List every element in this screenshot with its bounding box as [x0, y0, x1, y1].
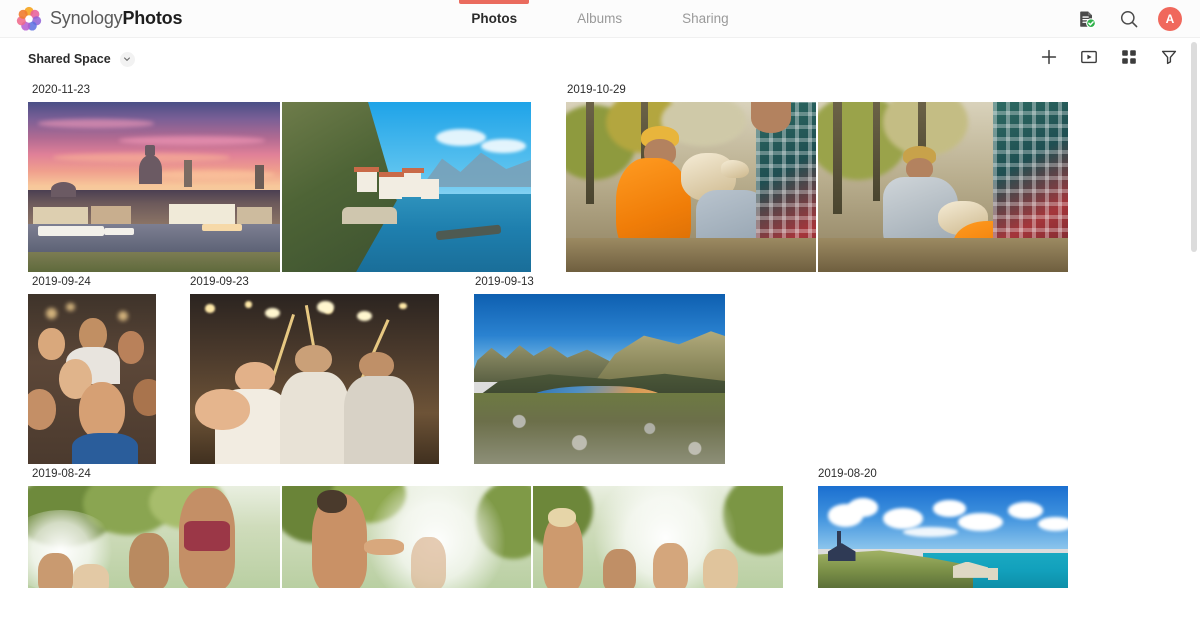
toolbar-actions	[1034, 44, 1184, 74]
photo-art-camp1	[566, 102, 816, 272]
timeline-group: 2019-09-24 2019-09-23 2019-09-13	[0, 272, 1200, 464]
tab-photos[interactable]: Photos	[459, 0, 529, 38]
avatar-initial: A	[1165, 11, 1175, 26]
plus-icon	[1040, 48, 1058, 71]
tab-photos-label: Photos	[471, 11, 518, 26]
space-selector-label: Shared Space	[28, 52, 111, 66]
date-header-row: 2020-11-23 2019-10-29	[0, 80, 1200, 102]
date-header-row: 2019-09-24 2019-09-23 2019-09-13	[0, 272, 1200, 294]
tab-sharing-label: Sharing	[682, 11, 729, 26]
content-toolbar: Shared Space	[0, 38, 1200, 80]
avatar[interactable]: A	[1158, 6, 1182, 31]
header-actions: A	[1074, 6, 1200, 32]
date-label: 2019-08-20	[818, 468, 877, 480]
layout-button[interactable]	[1114, 44, 1144, 74]
timeline-group: 2020-11-23 2019-10-29	[0, 80, 1200, 272]
grid-icon	[1120, 48, 1138, 71]
photo-thumbnail[interactable]	[474, 294, 725, 464]
photo-thumbnail[interactable]	[28, 486, 280, 588]
date-label: 2019-09-24	[32, 276, 91, 288]
app-header: SynologyPhotos Photos Albums Sharing A	[0, 0, 1200, 38]
photo-row	[0, 102, 1200, 272]
search-icon[interactable]	[1116, 6, 1142, 32]
photo-thumbnail[interactable]	[566, 102, 816, 272]
tab-sharing[interactable]: Sharing	[676, 0, 735, 38]
date-label: 2019-10-29	[567, 84, 626, 96]
brand-title: SynologyPhotos	[50, 8, 182, 29]
photo-art-party	[190, 294, 439, 464]
synology-photos-app: SynologyPhotos Photos Albums Sharing A S…	[0, 0, 1200, 632]
date-label: 2019-09-23	[190, 276, 249, 288]
timeline-group: 2019-08-24 2019-08-20	[0, 464, 1200, 588]
filter-button[interactable]	[1154, 44, 1184, 74]
photo-thumbnail[interactable]	[818, 102, 1068, 272]
date-label: 2019-08-24	[32, 468, 91, 480]
photo-art-etretat	[818, 486, 1068, 588]
photo-thumbnail[interactable]	[190, 294, 439, 464]
photo-art-camp2	[818, 102, 1068, 272]
photo-row	[0, 294, 1200, 464]
play-box-icon	[1080, 48, 1098, 71]
brand-name-bold: Photos	[122, 8, 183, 28]
photo-art-summer3	[533, 486, 783, 588]
photo-row	[0, 486, 1200, 588]
photo-thumbnail[interactable]	[28, 294, 156, 464]
photo-art-selfie	[28, 294, 156, 464]
chevron-down-icon[interactable]	[119, 51, 135, 67]
funnel-icon	[1160, 48, 1178, 71]
photo-art-lake	[474, 294, 725, 464]
vertical-scrollbar[interactable]	[1191, 42, 1197, 252]
date-label: 2020-11-23	[32, 84, 90, 96]
photo-art-summer2	[282, 486, 531, 588]
photo-timeline: 2020-11-23 2019-10-29 2019-09-24 2019-09…	[0, 80, 1200, 588]
brand[interactable]: SynologyPhotos	[0, 6, 182, 32]
photo-thumbnail[interactable]	[28, 102, 280, 272]
photo-art-dresden	[28, 102, 280, 272]
tab-albums[interactable]: Albums	[571, 0, 628, 38]
add-button[interactable]	[1034, 44, 1064, 74]
space-selector[interactable]: Shared Space	[28, 51, 135, 67]
slideshow-button[interactable]	[1074, 44, 1104, 74]
photo-thumbnail[interactable]	[282, 102, 531, 272]
photo-thumbnail[interactable]	[533, 486, 783, 588]
photo-art-amalfi	[282, 102, 531, 272]
brand-name-light: Synology	[50, 8, 123, 28]
date-header-row: 2019-08-24 2019-08-20	[0, 464, 1200, 486]
synology-flower-logo-icon	[16, 6, 42, 32]
date-label: 2019-09-13	[475, 276, 534, 288]
background-task-icon[interactable]	[1074, 6, 1100, 32]
photo-thumbnail[interactable]	[282, 486, 531, 588]
photo-art-summer1	[28, 486, 280, 588]
photo-thumbnail[interactable]	[818, 486, 1068, 588]
tab-albums-label: Albums	[577, 11, 623, 26]
